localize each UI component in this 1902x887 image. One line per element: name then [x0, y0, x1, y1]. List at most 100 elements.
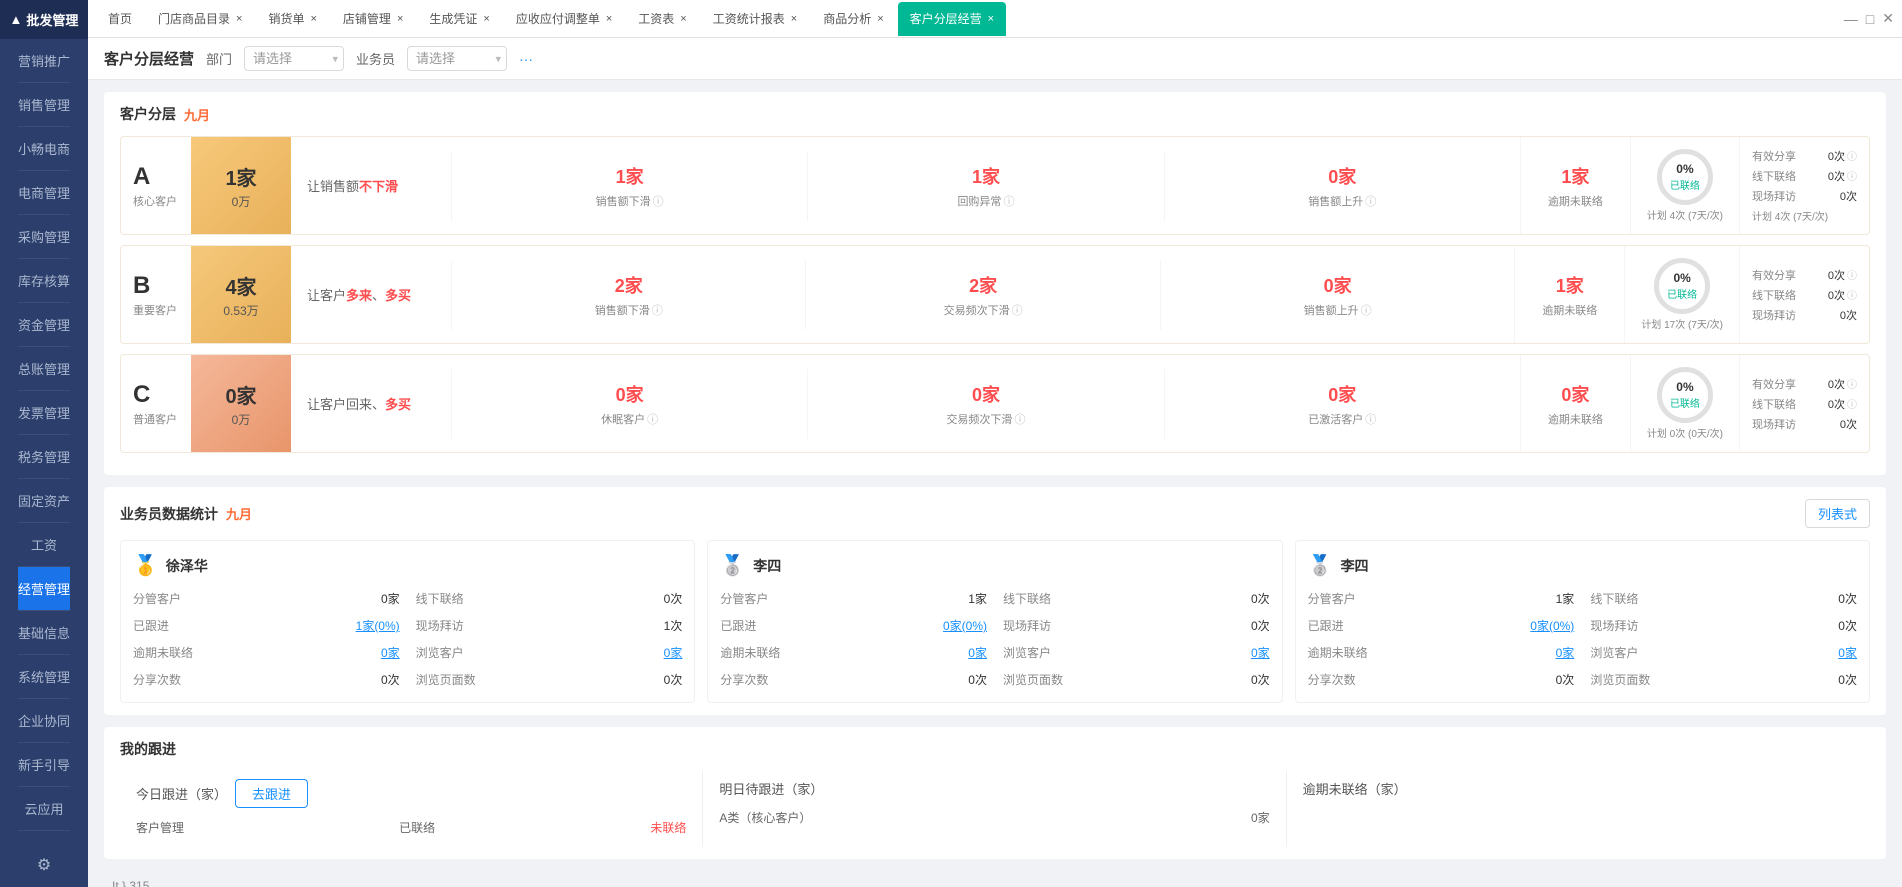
sidebar-item-6[interactable]: 资金管理 — [18, 303, 70, 347]
tier-stat-0-1[interactable]: 1家回购异常 ⓘ — [807, 151, 1163, 221]
sidebar-item-11[interactable]: 工资 — [18, 523, 70, 567]
right-stat-info-2-0[interactable]: ⓘ — [1847, 380, 1857, 391]
staff-stat-val-0-5[interactable]: 0家 — [664, 644, 683, 661]
tab-6[interactable]: 工资表× — [626, 2, 698, 36]
tab-3[interactable]: 店铺管理× — [331, 2, 415, 36]
list-view-btn[interactable]: 列表式 — [1805, 499, 1870, 528]
tab-9[interactable]: 客户分层经营× — [898, 2, 1006, 36]
tab-2[interactable]: 销货单× — [256, 2, 328, 36]
stat-info-icon-0-0[interactable]: ⓘ — [653, 193, 664, 209]
stat-info-icon-1-0[interactable]: ⓘ — [652, 302, 663, 318]
tab-close-8[interactable]: × — [877, 13, 883, 25]
staff-stat-val-0-2[interactable]: 1家(0%) — [356, 617, 400, 634]
staff-stat-val-0-4[interactable]: 0家 — [381, 644, 400, 661]
sidebar-item-4[interactable]: 采购管理 — [18, 215, 70, 259]
stat-info-icon-0-2[interactable]: ⓘ — [1365, 193, 1376, 209]
tier-stat-2-2[interactable]: 0家已激活客户 ⓘ — [1164, 369, 1520, 439]
sidebar-item-3[interactable]: 电商管理 — [18, 171, 70, 215]
sidebar-item-0[interactable]: 营销推广 — [18, 39, 70, 83]
right-stat-lbl-2-2: 现场拜访 — [1752, 416, 1796, 432]
stat-info-icon-2-0[interactable]: ⓘ — [647, 411, 658, 427]
tab-0[interactable]: 首页 — [96, 2, 144, 36]
staff-stat-val-2-4[interactable]: 0家 — [1556, 644, 1575, 661]
sidebar-item-9[interactable]: 税务管理 — [18, 435, 70, 479]
staff-stat-val-1-2[interactable]: 0家(0%) — [943, 617, 987, 634]
stat-info-icon-1-2[interactable]: ⓘ — [1361, 302, 1372, 318]
tab-close-2[interactable]: × — [310, 13, 316, 25]
tab-close-5[interactable]: × — [606, 13, 612, 25]
sidebar-item-16[interactable]: 新手引导 — [18, 743, 70, 787]
circle-chart-0: 0% 已联络 — [1657, 149, 1713, 205]
tab-close-6[interactable]: × — [680, 13, 686, 25]
tier-stat-2-1[interactable]: 0家交易频次下滑 ⓘ — [807, 369, 1163, 439]
tab-close-7[interactable]: × — [791, 13, 797, 25]
tier-stat-0-2[interactable]: 0家销售额上升 ⓘ — [1164, 151, 1520, 221]
tier-stat-0-0[interactable]: 1家销售额下滑 ⓘ — [451, 151, 807, 221]
sidebar-item-8[interactable]: 发票管理 — [18, 391, 70, 435]
sidebar-item-10[interactable]: 固定资产 — [18, 479, 70, 523]
tab-close-1[interactable]: × — [236, 13, 242, 25]
close-btn[interactable]: ✕ — [1882, 10, 1894, 27]
tier-stat-1-1[interactable]: 2家交易频次下滑 ⓘ — [805, 260, 1159, 330]
tab-5[interactable]: 应收应付调整单× — [504, 2, 624, 36]
tier-stats-0: 1家销售额下滑 ⓘ1家回购异常 ⓘ0家销售额上升 ⓘ — [451, 137, 1520, 234]
sidebar-item-5[interactable]: 库存核算 — [18, 259, 70, 303]
staff-select[interactable]: 请选择 — [407, 46, 507, 71]
tier-stats-1: 2家销售额下滑 ⓘ2家交易频次下滑 ⓘ0家销售额上升 ⓘ — [451, 246, 1514, 343]
right-stat-info-0-0[interactable]: ⓘ — [1847, 152, 1857, 163]
sidebar-logo[interactable]: ▲ 批发管理 — [0, 0, 88, 39]
right-stat-row-0-3: 计划 4次 (7天/次) — [1752, 208, 1857, 223]
sidebar-item-2[interactable]: 小畅电商 — [18, 127, 70, 171]
right-stat-val-0-1: 0次ⓘ — [1828, 168, 1857, 184]
tier-stat-1-2[interactable]: 0家销售额上升 ⓘ — [1160, 260, 1514, 330]
dept-select[interactable]: 请选择 — [244, 46, 344, 71]
tier-stat-1-0[interactable]: 2家销售额下滑 ⓘ — [451, 260, 805, 330]
stat-info-icon-2-2[interactable]: ⓘ — [1365, 411, 1376, 427]
staff-stat-row-2-0: 分管客户1家 — [1308, 588, 1575, 609]
sidebar-item-1[interactable]: 销售管理 — [18, 83, 70, 127]
right-stat-info-1-1[interactable]: ⓘ — [1847, 291, 1857, 302]
tab-close-4[interactable]: × — [483, 13, 489, 25]
stat-info-icon-1-1[interactable]: ⓘ — [1012, 302, 1023, 318]
tab-8[interactable]: 商品分析× — [811, 2, 895, 36]
tab-bar: 首页门店商品目录×销货单×店铺管理×生成凭证×应收应付调整单×工资表×工资统计报… — [88, 0, 1902, 38]
sidebar-item-12[interactable]: 经营管理 — [18, 567, 70, 611]
go-followup-btn[interactable]: 去跟进 — [235, 779, 308, 808]
sidebar-item-17[interactable]: 云应用 — [18, 787, 70, 831]
sidebar-item-15[interactable]: 企业协同 — [18, 699, 70, 743]
tier-row-a: A核心客户1家0万让销售额不下滑1家销售额下滑 ⓘ1家回购异常 ⓘ0家销售额上升… — [120, 136, 1870, 235]
sidebar-item-14[interactable]: 系统管理 — [18, 655, 70, 699]
right-stat-info-2-1[interactable]: ⓘ — [1847, 400, 1857, 411]
content-area: 客户分层 九月 A核心客户1家0万让销售额不下滑1家销售额下滑 ⓘ1家回购异常 … — [88, 80, 1902, 887]
more-options-btn[interactable]: ··· — [519, 51, 533, 67]
page-title: 客户分层经营 — [104, 48, 194, 69]
staff-stat-row-0-6: 分享次数0次 — [133, 669, 400, 690]
staff-stat-val-1-5[interactable]: 0家 — [1251, 644, 1270, 661]
tab-4[interactable]: 生成凭证× — [417, 2, 501, 36]
maximize-btn[interactable]: □ — [1866, 11, 1874, 27]
sidebar-gear-icon[interactable]: ⚙ — [0, 843, 88, 887]
staff-stat-val-2-2[interactable]: 0家(0%) — [1530, 617, 1574, 634]
staff-stat-val-2-5[interactable]: 0家 — [1838, 644, 1857, 661]
tab-close-9[interactable]: × — [988, 13, 994, 25]
sidebar-item-7[interactable]: 总账管理 — [18, 347, 70, 391]
staff-grid: 🥇徐泽华分管客户0家线下联络0次已跟进1家(0%)现场拜访1次逾期未联络0家浏览… — [120, 540, 1870, 703]
tier-summary-2: 0家0万 — [191, 355, 291, 452]
sidebar-item-13[interactable]: 基础信息 — [18, 611, 70, 655]
minimize-btn[interactable]: — — [1844, 11, 1858, 27]
tier-right-stats-1: 有效分享0次ⓘ线下联络0次ⓘ现场拜访0次 — [1739, 246, 1869, 343]
main-area: 首页门店商品目录×销货单×店铺管理×生成凭证×应收应付调整单×工资表×工资统计报… — [88, 0, 1902, 887]
tab-7[interactable]: 工资统计报表× — [701, 2, 809, 36]
staff-stat-val-1-4[interactable]: 0家 — [968, 644, 987, 661]
tier-stat-2-0[interactable]: 0家休眠客户 ⓘ — [451, 369, 807, 439]
staff-stat-val-0-3: 1次 — [664, 617, 683, 634]
right-stat-info-0-1[interactable]: ⓘ — [1847, 172, 1857, 183]
tier-right-stats-0: 有效分享0次ⓘ线下联络0次ⓘ现场拜访0次计划 4次 (7天/次) — [1739, 137, 1869, 234]
followup-today-title: 今日跟进（家） 去跟进 — [136, 779, 686, 808]
tab-close-3[interactable]: × — [397, 13, 403, 25]
stat-label-2-2: 已激活客户 ⓘ — [1308, 411, 1376, 427]
tab-1[interactable]: 门店商品目录× — [146, 2, 254, 36]
right-stat-info-1-0[interactable]: ⓘ — [1847, 271, 1857, 282]
stat-info-icon-0-1[interactable]: ⓘ — [1003, 193, 1014, 209]
stat-info-icon-2-1[interactable]: ⓘ — [1014, 411, 1025, 427]
